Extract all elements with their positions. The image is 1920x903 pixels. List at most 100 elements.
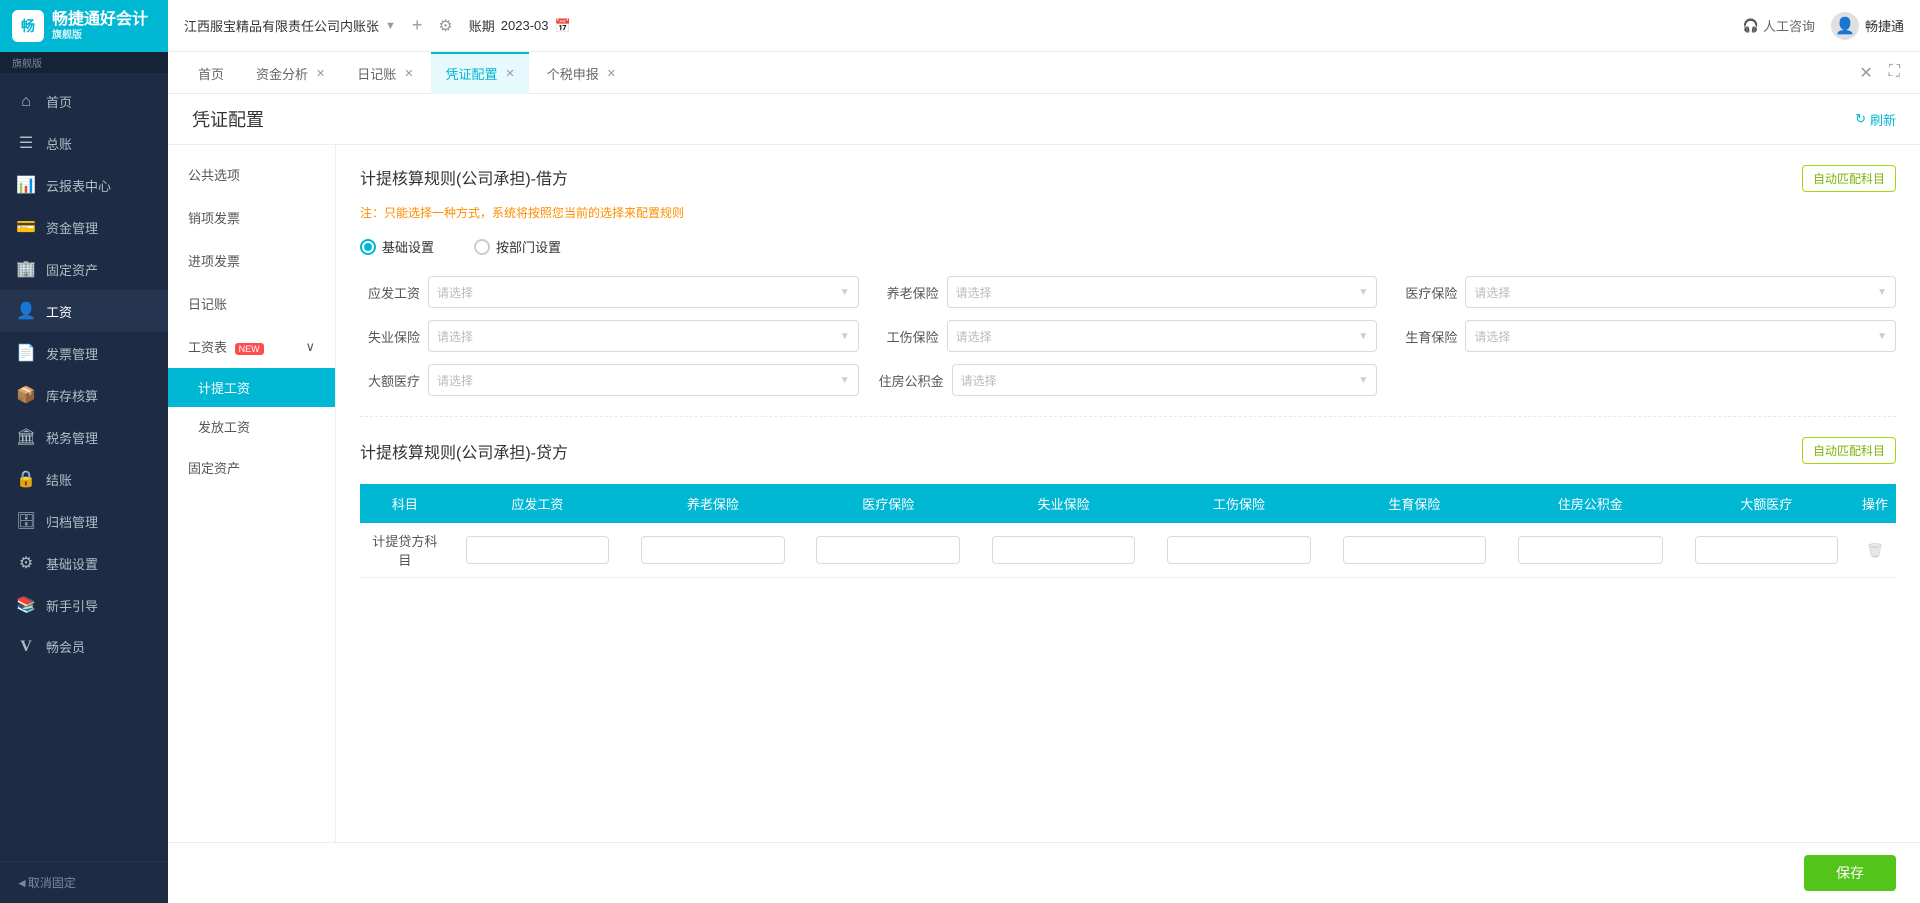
salary-dropdown-icon: ▼ — [840, 287, 850, 298]
tab-capital[interactable]: 资金分析 ✕ — [242, 52, 339, 94]
radio-basic[interactable]: 基础设置 — [360, 237, 434, 256]
cancel-fixed-btn[interactable]: ◄取消固定 — [0, 861, 168, 903]
sidebar-item-tax[interactable]: 🏛 税务管理 — [0, 416, 168, 458]
cell-maternity-val — [1327, 523, 1502, 578]
left-nav-payroll-pay[interactable]: 发放工资 — [168, 407, 335, 446]
input-unemployment[interactable] — [992, 536, 1135, 564]
major-medical-select[interactable]: 请选择 ▼ — [428, 364, 859, 396]
housing-select[interactable]: 请选择 ▼ — [952, 364, 1378, 396]
sidebar-nav: ⌂ 首页 ☰ 总账 📊 云报表中心 💳 资金管理 🏢 固定资产 👤 工资 📄 发… — [0, 73, 168, 861]
radio-dept[interactable]: 按部门设置 — [474, 237, 561, 256]
tab-capital-close[interactable]: ✕ — [316, 67, 325, 80]
sidebar-item-label: 云报表中心 — [46, 176, 111, 195]
left-nav-fixed-assets[interactable]: 固定资产 — [168, 446, 335, 489]
page-header: 凭证配置 ↻ 刷新 — [168, 94, 1920, 145]
sidebar-item-label: 畅会员 — [46, 637, 85, 656]
auto-match-btn-2[interactable]: 自动匹配科目 — [1802, 437, 1896, 464]
sidebar-item-capital[interactable]: 💳 资金管理 — [0, 206, 168, 248]
input-medical[interactable] — [816, 536, 959, 564]
sidebar-item-label: 首页 — [46, 92, 72, 111]
left-nav-payroll-calc[interactable]: 计提工资 — [168, 368, 335, 407]
refresh-button[interactable]: ↻ 刷新 — [1855, 110, 1896, 129]
tab-journal-close[interactable]: ✕ — [404, 67, 413, 80]
left-nav-panel: 公共选项 销项发票 进项发票 日记账 工资表 NEW ∨ — [168, 145, 336, 842]
sidebar-item-label: 资金管理 — [46, 218, 98, 237]
period-selector[interactable]: 账期 2023-03 📅 — [469, 16, 571, 35]
capital-icon: 💳 — [16, 217, 36, 237]
company-selector[interactable]: 江西服宝精品有限责任公司内账张 ▼ — [184, 16, 396, 35]
member-icon: V — [16, 638, 36, 656]
input-major-medical[interactable] — [1695, 536, 1838, 564]
archive-icon: 🗄 — [16, 511, 36, 531]
left-nav-sales[interactable]: 销项发票 — [168, 196, 335, 239]
salary-select[interactable]: 请选择 ▼ — [428, 276, 859, 308]
left-nav-public[interactable]: 公共选项 — [168, 153, 335, 196]
maternity-select[interactable]: 请选择 ▼ — [1465, 320, 1896, 352]
new-badge: NEW — [235, 343, 264, 355]
username: 畅捷通 — [1865, 16, 1904, 35]
input-salary[interactable] — [466, 536, 609, 564]
close-all-button[interactable]: ✕ — [1855, 59, 1876, 87]
sidebar-item-home[interactable]: ⌂ 首页 — [0, 81, 168, 122]
inventory-icon: 📦 — [16, 385, 36, 405]
sidebar-item-label: 发票管理 — [46, 344, 98, 363]
maternity-dropdown-icon: ▼ — [1877, 331, 1887, 342]
sidebar-item-assets[interactable]: 🏢 固定资产 — [0, 248, 168, 290]
add-tab-button[interactable]: + — [412, 15, 423, 36]
sidebar-item-invoices[interactable]: 📄 发票管理 — [0, 332, 168, 374]
tabbar: 首页 资金分析 ✕ 日记账 ✕ 凭证配置 ✕ 个税申报 ✕ ✕ ⛶ — [168, 52, 1920, 94]
th-major-medical: 大额医疗 — [1679, 484, 1854, 523]
radio-basic-label: 基础设置 — [382, 237, 434, 256]
sidebar-item-settings[interactable]: ⚙ 基础设置 — [0, 542, 168, 584]
tab-home[interactable]: 首页 — [184, 52, 238, 94]
save-button[interactable]: 保存 — [1804, 855, 1896, 891]
sidebar-item-payroll[interactable]: 👤 工资 — [0, 290, 168, 332]
tab-journal[interactable]: 日记账 ✕ — [343, 52, 427, 94]
medical-select[interactable]: 请选择 ▼ — [1465, 276, 1896, 308]
section2-table-wrapper: 科目 应发工资 养老保险 医疗保险 失业保险 工伤保险 生育保险 住房公积金 大… — [360, 484, 1896, 578]
sidebar-item-reports[interactable]: 📊 云报表中心 — [0, 164, 168, 206]
sidebar-item-label: 库存核算 — [46, 386, 98, 405]
sidebar-item-label: 总账 — [46, 134, 72, 153]
table-header-row: 科目 应发工资 养老保险 医疗保险 失业保险 工伤保险 生育保险 住房公积金 大… — [360, 484, 1896, 523]
headphone-icon: 🎧 — [1743, 18, 1759, 34]
pension-select[interactable]: 请选择 ▼ — [947, 276, 1378, 308]
save-btn-area: 保存 — [168, 842, 1920, 903]
unemployment-select[interactable]: 请选择 ▼ — [428, 320, 859, 352]
left-nav-journal[interactable]: 日记账 — [168, 282, 335, 325]
auto-match-btn-1[interactable]: 自动匹配科目 — [1802, 165, 1896, 192]
input-housing[interactable] — [1518, 536, 1662, 564]
sidebar-item-inventory[interactable]: 📦 库存核算 — [0, 374, 168, 416]
tab-tax-close[interactable]: ✕ — [607, 67, 616, 80]
injury-select[interactable]: 请选择 ▼ — [947, 320, 1378, 352]
sidebar-item-member[interactable]: V 畅会员 — [0, 626, 168, 667]
sidebar-item-label: 基础设置 — [46, 554, 98, 573]
left-nav-payroll-table[interactable]: 工资表 NEW ∨ — [168, 325, 335, 368]
expand-button[interactable]: ⛶ — [1885, 59, 1904, 87]
sidebar-item-guide[interactable]: 📚 新手引导 — [0, 584, 168, 626]
input-maternity[interactable] — [1343, 536, 1486, 564]
tab-voucher-close[interactable]: ✕ — [506, 67, 515, 80]
table-row: 计提贷方科目 🗑 — [360, 523, 1896, 578]
page-title: 凭证配置 — [192, 106, 264, 132]
tab-tax[interactable]: 个税申报 ✕ — [533, 52, 630, 94]
refresh-icon: ↻ — [1855, 111, 1866, 127]
injury-placeholder: 请选择 — [956, 328, 992, 345]
service-button[interactable]: 🎧 人工咨询 — [1743, 16, 1815, 35]
input-pension[interactable] — [641, 536, 784, 564]
user-menu[interactable]: 👤 畅捷通 — [1831, 12, 1904, 40]
tab-voucher[interactable]: 凭证配置 ✕ — [431, 52, 528, 94]
salary-label: 应发工资 — [360, 283, 420, 302]
sidebar-item-closing[interactable]: 🔒 结账 — [0, 458, 168, 500]
delete-row-icon[interactable]: 🗑 — [1866, 542, 1884, 558]
injury-label: 工伤保险 — [879, 327, 939, 346]
settings-button[interactable]: ⚙ — [438, 16, 452, 36]
sidebar-item-archive[interactable]: 🗄 归档管理 — [0, 500, 168, 542]
sidebar-item-ledger[interactable]: ☰ 总账 — [0, 122, 168, 164]
th-action: 操作 — [1854, 484, 1896, 523]
left-nav-purchase[interactable]: 进项发票 — [168, 239, 335, 282]
input-injury[interactable] — [1167, 536, 1310, 564]
calendar-icon[interactable]: 📅 — [555, 18, 571, 34]
section-divider — [360, 416, 1896, 417]
housing-label: 住房公积金 — [879, 371, 944, 390]
